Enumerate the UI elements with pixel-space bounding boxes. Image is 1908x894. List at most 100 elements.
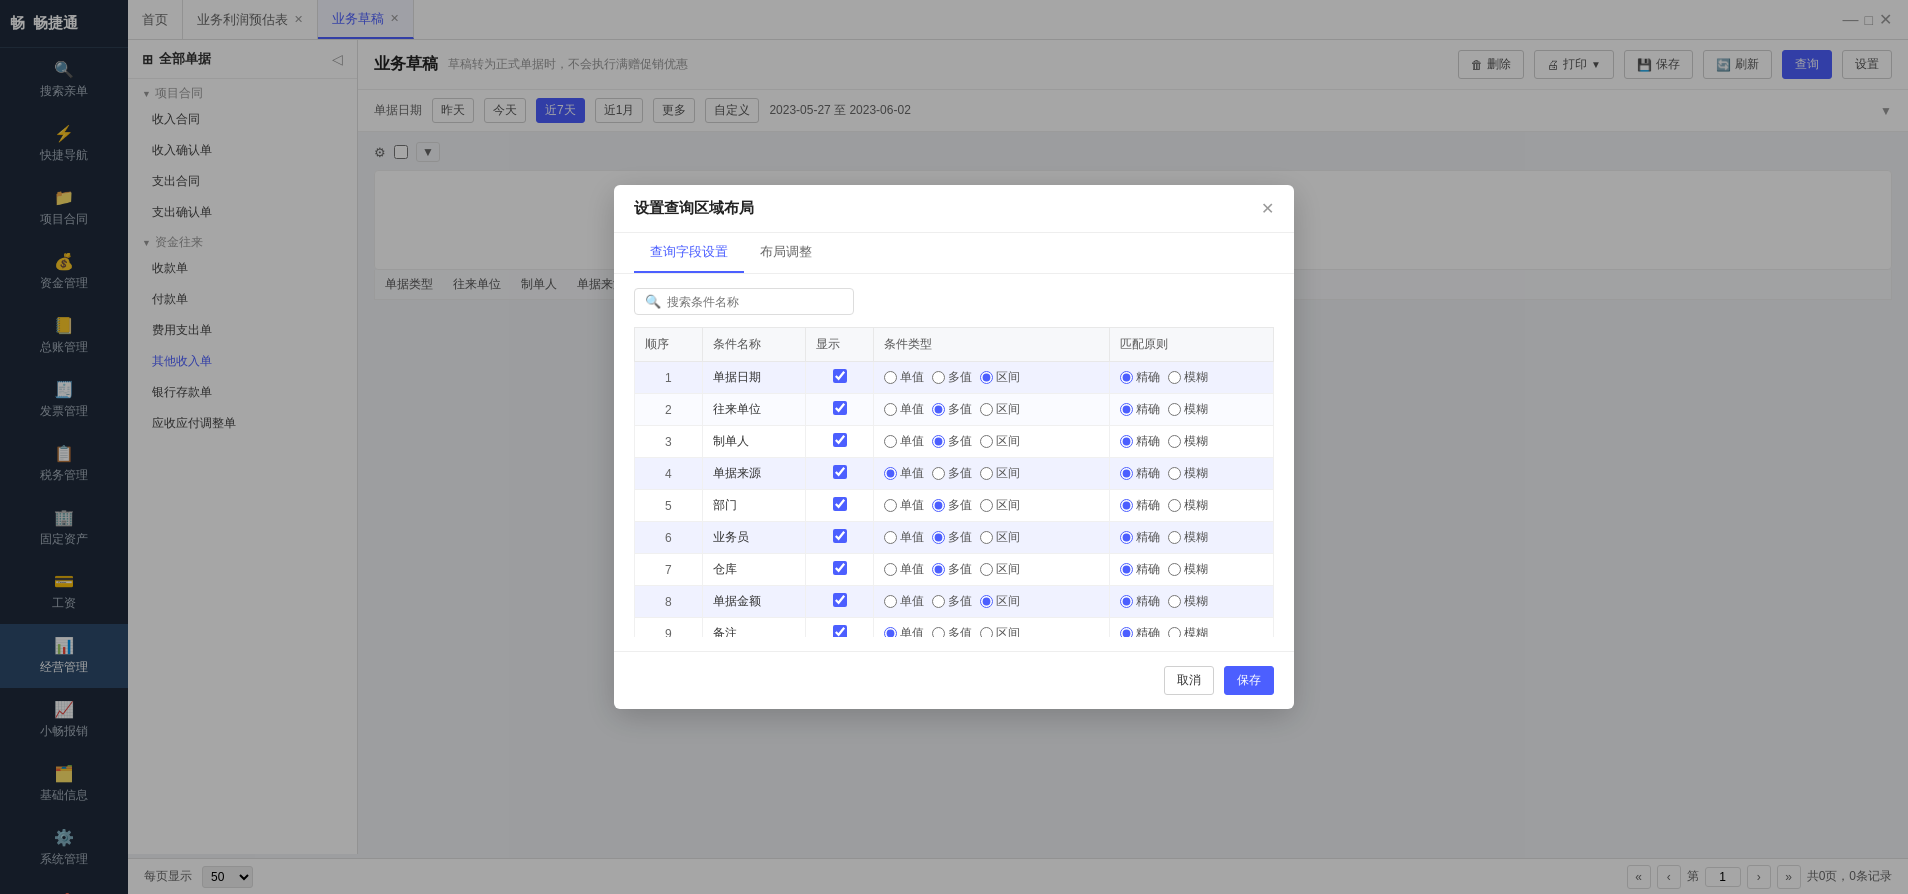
row-name-4: 单据来源 bbox=[702, 458, 806, 490]
match-option-精确-6[interactable]: 精确 bbox=[1120, 529, 1160, 546]
match-option-精确-8[interactable]: 精确 bbox=[1120, 593, 1160, 610]
cond-option-多值-3[interactable]: 多值 bbox=[932, 433, 972, 450]
row-match-3: 精确模糊 bbox=[1110, 426, 1274, 458]
cond-option-单值-3[interactable]: 单值 bbox=[884, 433, 924, 450]
col-header-show: 显示 bbox=[806, 328, 874, 362]
col-header-match: 匹配原则 bbox=[1110, 328, 1274, 362]
row-show-1[interactable] bbox=[806, 362, 874, 394]
row-order-9: 9 bbox=[635, 618, 703, 638]
row-name-1: 单据日期 bbox=[702, 362, 806, 394]
cond-option-多值-4[interactable]: 多值 bbox=[932, 465, 972, 482]
row-show-6[interactable] bbox=[806, 522, 874, 554]
cond-option-区间-1[interactable]: 区间 bbox=[980, 369, 1020, 386]
cond-option-多值-9[interactable]: 多值 bbox=[932, 625, 972, 637]
show-checkbox-8[interactable] bbox=[833, 593, 847, 607]
cond-option-区间-9[interactable]: 区间 bbox=[980, 625, 1020, 637]
match-option-精确-9[interactable]: 精确 bbox=[1120, 625, 1160, 637]
row-show-5[interactable] bbox=[806, 490, 874, 522]
dialog-overlay[interactable]: 设置查询区域布局 ✕ 查询字段设置 布局调整 🔍 顺序 条件 bbox=[0, 0, 1908, 894]
cond-option-单值-1[interactable]: 单值 bbox=[884, 369, 924, 386]
col-header-condtype: 条件类型 bbox=[874, 328, 1110, 362]
row-order-3: 3 bbox=[635, 426, 703, 458]
save-settings-button[interactable]: 保存 bbox=[1224, 666, 1274, 695]
match-option-精确-7[interactable]: 精确 bbox=[1120, 561, 1160, 578]
row-name-3: 制单人 bbox=[702, 426, 806, 458]
condition-search-box: 🔍 bbox=[634, 288, 854, 315]
settings-dialog: 设置查询区域布局 ✕ 查询字段设置 布局调整 🔍 顺序 条件 bbox=[614, 185, 1294, 709]
condition-search-icon: 🔍 bbox=[645, 294, 661, 309]
row-match-4: 精确模糊 bbox=[1110, 458, 1274, 490]
row-show-7[interactable] bbox=[806, 554, 874, 586]
match-option-精确-2[interactable]: 精确 bbox=[1120, 401, 1160, 418]
show-checkbox-4[interactable] bbox=[833, 465, 847, 479]
show-checkbox-9[interactable] bbox=[833, 625, 847, 637]
cond-option-多值-8[interactable]: 多值 bbox=[932, 593, 972, 610]
row-match-7: 精确模糊 bbox=[1110, 554, 1274, 586]
row-order-5: 5 bbox=[635, 490, 703, 522]
row-show-4[interactable] bbox=[806, 458, 874, 490]
match-option-模糊-7[interactable]: 模糊 bbox=[1168, 561, 1208, 578]
cond-option-多值-2[interactable]: 多值 bbox=[932, 401, 972, 418]
dialog-close-icon[interactable]: ✕ bbox=[1261, 199, 1274, 218]
show-checkbox-1[interactable] bbox=[833, 369, 847, 383]
cond-option-区间-4[interactable]: 区间 bbox=[980, 465, 1020, 482]
cond-option-区间-2[interactable]: 区间 bbox=[980, 401, 1020, 418]
show-checkbox-3[interactable] bbox=[833, 433, 847, 447]
row-match-8: 精确模糊 bbox=[1110, 586, 1274, 618]
dialog-tab-layout[interactable]: 布局调整 bbox=[744, 233, 828, 273]
match-option-模糊-4[interactable]: 模糊 bbox=[1168, 465, 1208, 482]
cond-option-区间-7[interactable]: 区间 bbox=[980, 561, 1020, 578]
row-condtype-9: 单值多值区间 bbox=[874, 618, 1110, 638]
row-show-9[interactable] bbox=[806, 618, 874, 638]
match-option-模糊-2[interactable]: 模糊 bbox=[1168, 401, 1208, 418]
match-option-模糊-1[interactable]: 模糊 bbox=[1168, 369, 1208, 386]
match-option-模糊-5[interactable]: 模糊 bbox=[1168, 497, 1208, 514]
match-option-模糊-6[interactable]: 模糊 bbox=[1168, 529, 1208, 546]
cond-option-多值-1[interactable]: 多值 bbox=[932, 369, 972, 386]
row-condtype-5: 单值多值区间 bbox=[874, 490, 1110, 522]
cond-option-区间-6[interactable]: 区间 bbox=[980, 529, 1020, 546]
cond-option-单值-8[interactable]: 单值 bbox=[884, 593, 924, 610]
row-order-4: 4 bbox=[635, 458, 703, 490]
row-condtype-3: 单值多值区间 bbox=[874, 426, 1110, 458]
match-option-精确-5[interactable]: 精确 bbox=[1120, 497, 1160, 514]
row-name-9: 备注 bbox=[702, 618, 806, 638]
cond-option-多值-7[interactable]: 多值 bbox=[932, 561, 972, 578]
match-option-模糊-3[interactable]: 模糊 bbox=[1168, 433, 1208, 450]
show-checkbox-7[interactable] bbox=[833, 561, 847, 575]
match-option-精确-3[interactable]: 精确 bbox=[1120, 433, 1160, 450]
show-checkbox-6[interactable] bbox=[833, 529, 847, 543]
cond-option-单值-9[interactable]: 单值 bbox=[884, 625, 924, 637]
cond-option-单值-5[interactable]: 单值 bbox=[884, 497, 924, 514]
cancel-button[interactable]: 取消 bbox=[1164, 666, 1214, 695]
dialog-body: 🔍 顺序 条件名称 显示 条件类型 匹配原则 1单据日期 bbox=[614, 274, 1294, 651]
dialog-header: 设置查询区域布局 ✕ bbox=[614, 185, 1294, 233]
row-condtype-8: 单值多值区间 bbox=[874, 586, 1110, 618]
show-checkbox-2[interactable] bbox=[833, 401, 847, 415]
match-option-模糊-8[interactable]: 模糊 bbox=[1168, 593, 1208, 610]
cond-option-单值-7[interactable]: 单值 bbox=[884, 561, 924, 578]
dialog-tabs: 查询字段设置 布局调整 bbox=[614, 233, 1294, 274]
cond-option-多值-6[interactable]: 多值 bbox=[932, 529, 972, 546]
cond-option-单值-4[interactable]: 单值 bbox=[884, 465, 924, 482]
row-name-6: 业务员 bbox=[702, 522, 806, 554]
col-header-order: 顺序 bbox=[635, 328, 703, 362]
cond-option-区间-3[interactable]: 区间 bbox=[980, 433, 1020, 450]
show-checkbox-5[interactable] bbox=[833, 497, 847, 511]
row-show-3[interactable] bbox=[806, 426, 874, 458]
row-show-2[interactable] bbox=[806, 394, 874, 426]
cond-option-区间-8[interactable]: 区间 bbox=[980, 593, 1020, 610]
cond-option-多值-5[interactable]: 多值 bbox=[932, 497, 972, 514]
row-name-5: 部门 bbox=[702, 490, 806, 522]
cond-option-单值-6[interactable]: 单值 bbox=[884, 529, 924, 546]
row-condtype-6: 单值多值区间 bbox=[874, 522, 1110, 554]
match-option-精确-4[interactable]: 精确 bbox=[1120, 465, 1160, 482]
row-show-8[interactable] bbox=[806, 586, 874, 618]
cond-option-单值-2[interactable]: 单值 bbox=[884, 401, 924, 418]
condition-search-input[interactable] bbox=[667, 295, 843, 309]
cond-option-区间-5[interactable]: 区间 bbox=[980, 497, 1020, 514]
dialog-tab-fields[interactable]: 查询字段设置 bbox=[634, 233, 744, 273]
match-option-精确-1[interactable]: 精确 bbox=[1120, 369, 1160, 386]
match-option-模糊-9[interactable]: 模糊 bbox=[1168, 625, 1208, 637]
settings-table: 顺序 条件名称 显示 条件类型 匹配原则 1单据日期单值多值区间精确模糊2往来单… bbox=[634, 327, 1274, 637]
